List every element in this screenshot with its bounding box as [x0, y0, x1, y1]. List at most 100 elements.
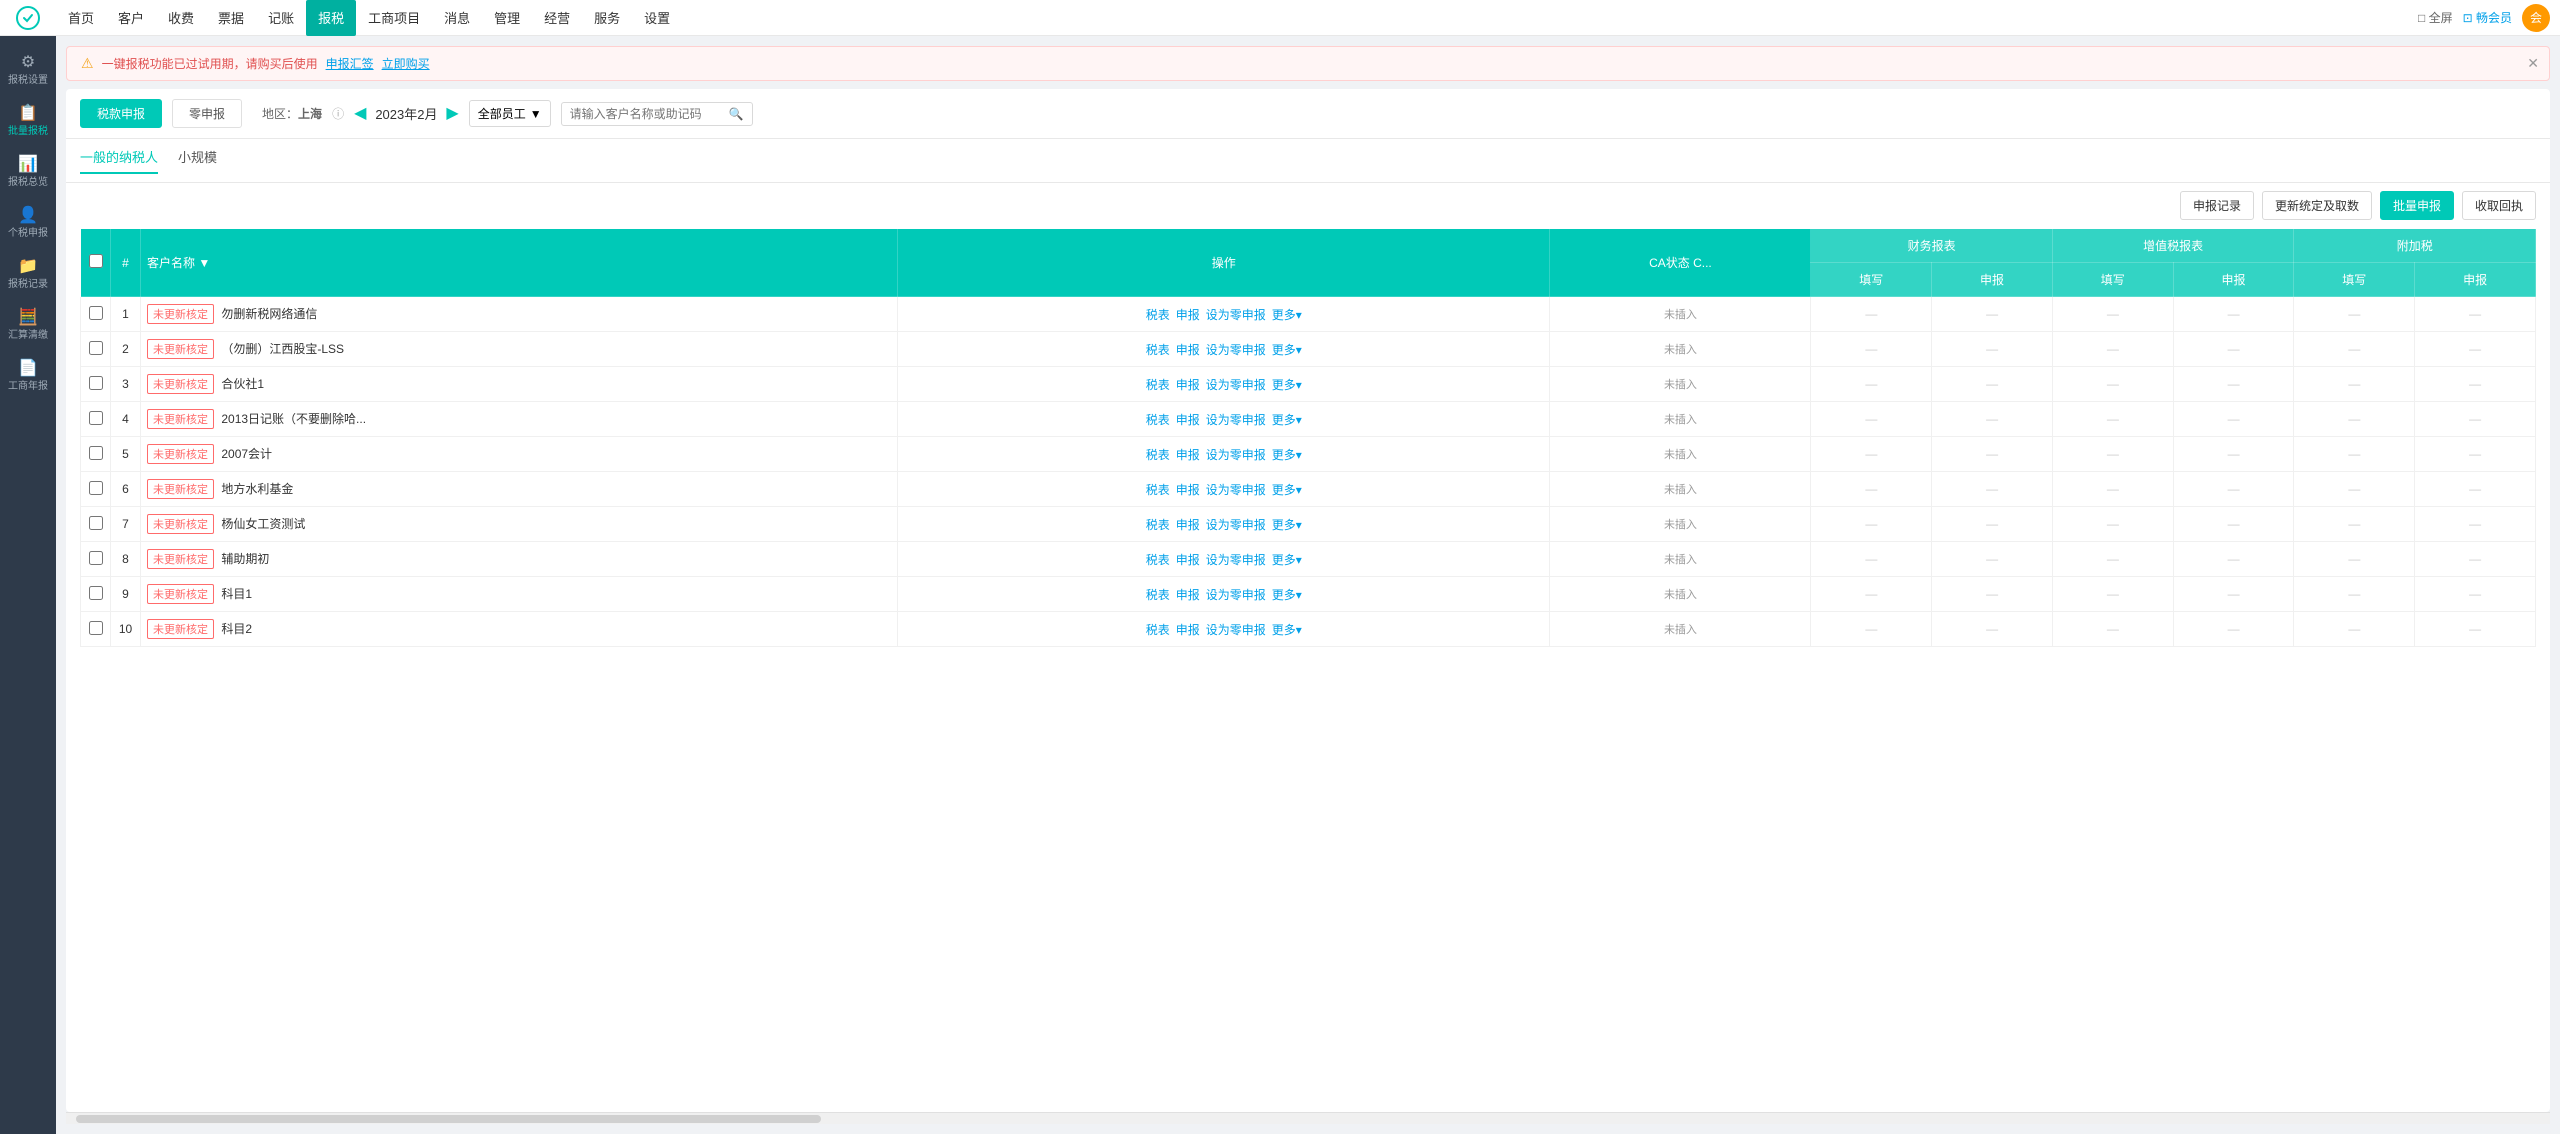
sidebar-item-tax-overview[interactable]: 📊 报税总览 — [0, 146, 56, 197]
banner-close-btn[interactable]: ✕ — [2527, 55, 2539, 72]
row-checkbox-1[interactable] — [89, 341, 103, 355]
op-report[interactable]: 申报 — [1176, 586, 1200, 603]
banner-link-buy[interactable]: 立即购买 — [382, 55, 430, 72]
search-input[interactable] — [570, 107, 725, 121]
row-checkbox-5[interactable] — [89, 481, 103, 495]
row-added-report: — — [2415, 367, 2536, 402]
op-tax-table[interactable]: 税表 — [1146, 411, 1170, 428]
sort-icon[interactable]: ▼ — [198, 256, 210, 270]
op-tax-table[interactable]: 税表 — [1146, 551, 1170, 568]
nav-biz-projects[interactable]: 工商项目 — [356, 0, 432, 36]
op-report[interactable]: 申报 — [1176, 376, 1200, 393]
op-more[interactable]: 更多▾ — [1272, 516, 1302, 533]
op-tax-table[interactable]: 税表 — [1146, 341, 1170, 358]
row-added-report: — — [2415, 402, 2536, 437]
region-info-icon[interactable]: ⓘ — [332, 105, 344, 122]
op-more[interactable]: 更多▾ — [1272, 376, 1302, 393]
op-zero-report[interactable]: 设为零申报 — [1206, 551, 1266, 568]
nav-management[interactable]: 管理 — [482, 0, 532, 36]
op-more[interactable]: 更多▾ — [1272, 341, 1302, 358]
sidebar-item-calc-clear[interactable]: 🧮 汇算清缴 — [0, 299, 56, 350]
nav-operations[interactable]: 经营 — [532, 0, 582, 36]
nav-invoice[interactable]: 票据 — [206, 0, 256, 36]
op-more[interactable]: 更多▾ — [1272, 621, 1302, 638]
op-tax-table[interactable]: 税表 — [1146, 621, 1170, 638]
op-zero-report[interactable]: 设为零申报 — [1206, 341, 1266, 358]
dept-selector[interactable]: 全部员工 ▼ — [469, 100, 551, 127]
op-more[interactable]: 更多▾ — [1272, 446, 1302, 463]
sidebar-item-tax-records[interactable]: 📁 报税记录 — [0, 248, 56, 299]
op-zero-report[interactable]: 设为零申报 — [1206, 516, 1266, 533]
op-tax-table[interactable]: 税表 — [1146, 516, 1170, 533]
btn-batch-report[interactable]: 批量申报 — [2380, 191, 2454, 220]
op-more[interactable]: 更多▾ — [1272, 481, 1302, 498]
op-more[interactable]: 更多▾ — [1272, 411, 1302, 428]
op-zero-report[interactable]: 设为零申报 — [1206, 586, 1266, 603]
nav-messages[interactable]: 消息 — [432, 0, 482, 36]
row-checkbox-8[interactable] — [89, 586, 103, 600]
status-badge: 未更新核定 — [147, 479, 214, 499]
nav-services[interactable]: 服务 — [582, 0, 632, 36]
op-report[interactable]: 申报 — [1176, 516, 1200, 533]
row-checkbox-4[interactable] — [89, 446, 103, 460]
vip-btn[interactable]: ⊡ 畅会员 — [2463, 9, 2512, 26]
op-tax-table[interactable]: 税表 — [1146, 376, 1170, 393]
select-all-checkbox[interactable] — [89, 254, 103, 268]
fullscreen-btn[interactable]: □ 全屏 — [2418, 9, 2453, 26]
op-zero-report[interactable]: 设为零申报 — [1206, 481, 1266, 498]
op-report[interactable]: 申报 — [1176, 411, 1200, 428]
op-zero-report[interactable]: 设为零申报 — [1206, 306, 1266, 323]
avatar[interactable]: 会 — [2522, 4, 2550, 32]
op-more[interactable]: 更多▾ — [1272, 551, 1302, 568]
nav-settings[interactable]: 设置 — [632, 0, 682, 36]
row-checkbox-3[interactable] — [89, 411, 103, 425]
row-checkbox-9[interactable] — [89, 621, 103, 635]
nav-billing[interactable]: 收费 — [156, 0, 206, 36]
row-added-fill: — — [2294, 437, 2415, 472]
op-zero-report[interactable]: 设为零申报 — [1206, 446, 1266, 463]
tax-settings-icon: ⚙ — [21, 52, 35, 72]
date-next-btn[interactable]: ▶ — [446, 106, 458, 122]
tab-zero-report[interactable]: 零申报 — [172, 99, 242, 128]
sidebar-item-batch-tax[interactable]: 📋 批量报税 — [0, 95, 56, 146]
op-zero-report[interactable]: 设为零申报 — [1206, 621, 1266, 638]
op-report[interactable]: 申报 — [1176, 341, 1200, 358]
op-report[interactable]: 申报 — [1176, 551, 1200, 568]
banner-link-report[interactable]: 申报汇签 — [326, 55, 374, 72]
op-more[interactable]: 更多▾ — [1272, 586, 1302, 603]
op-report[interactable]: 申报 — [1176, 481, 1200, 498]
client-name-text: 科目2 — [221, 622, 252, 636]
op-tax-table[interactable]: 税表 — [1146, 586, 1170, 603]
date-prev-btn[interactable]: ◀ — [354, 106, 366, 122]
nav-home[interactable]: 首页 — [56, 0, 106, 36]
row-fin-fill: — — [1811, 577, 1932, 612]
sidebar-item-personal-tax[interactable]: 👤 个税申报 — [0, 197, 56, 248]
nav-accounting[interactable]: 记账 — [256, 0, 306, 36]
row-checkbox-2[interactable] — [89, 376, 103, 390]
row-checkbox-0[interactable] — [89, 306, 103, 320]
op-report[interactable]: 申报 — [1176, 621, 1200, 638]
nav-client[interactable]: 客户 — [106, 0, 156, 36]
row-checkbox-6[interactable] — [89, 516, 103, 530]
op-zero-report[interactable]: 设为零申报 — [1206, 376, 1266, 393]
op-more[interactable]: 更多▾ — [1272, 306, 1302, 323]
horizontal-scrollbar[interactable] — [66, 1112, 2550, 1124]
sidebar-item-biz-annual[interactable]: 📄 工商年报 — [0, 350, 56, 401]
row-checkbox-7[interactable] — [89, 551, 103, 565]
op-tax-table[interactable]: 税表 — [1146, 446, 1170, 463]
subtab-general[interactable]: 一般的纳税人 — [80, 147, 158, 174]
search-icon[interactable]: 🔍 — [729, 107, 744, 121]
subtab-small[interactable]: 小规模 — [178, 147, 217, 174]
btn-collect[interactable]: 收取回执 — [2462, 191, 2536, 220]
nav-tax[interactable]: 报税 — [306, 0, 356, 36]
btn-record[interactable]: 申报记录 — [2180, 191, 2254, 220]
btn-update-collect[interactable]: 更新统定及取数 — [2262, 191, 2372, 220]
op-report[interactable]: 申报 — [1176, 306, 1200, 323]
op-tax-table[interactable]: 税表 — [1146, 481, 1170, 498]
op-zero-report[interactable]: 设为零申报 — [1206, 411, 1266, 428]
table-row: 5 未更新核定 2007会计 税表 申报 设为零申报 更多▾ 未插入—————— — [81, 437, 2536, 472]
op-report[interactable]: 申报 — [1176, 446, 1200, 463]
tab-tax-report[interactable]: 税款申报 — [80, 99, 162, 128]
sidebar-item-tax-settings[interactable]: ⚙ 报税设置 — [0, 44, 56, 95]
op-tax-table[interactable]: 税表 — [1146, 306, 1170, 323]
